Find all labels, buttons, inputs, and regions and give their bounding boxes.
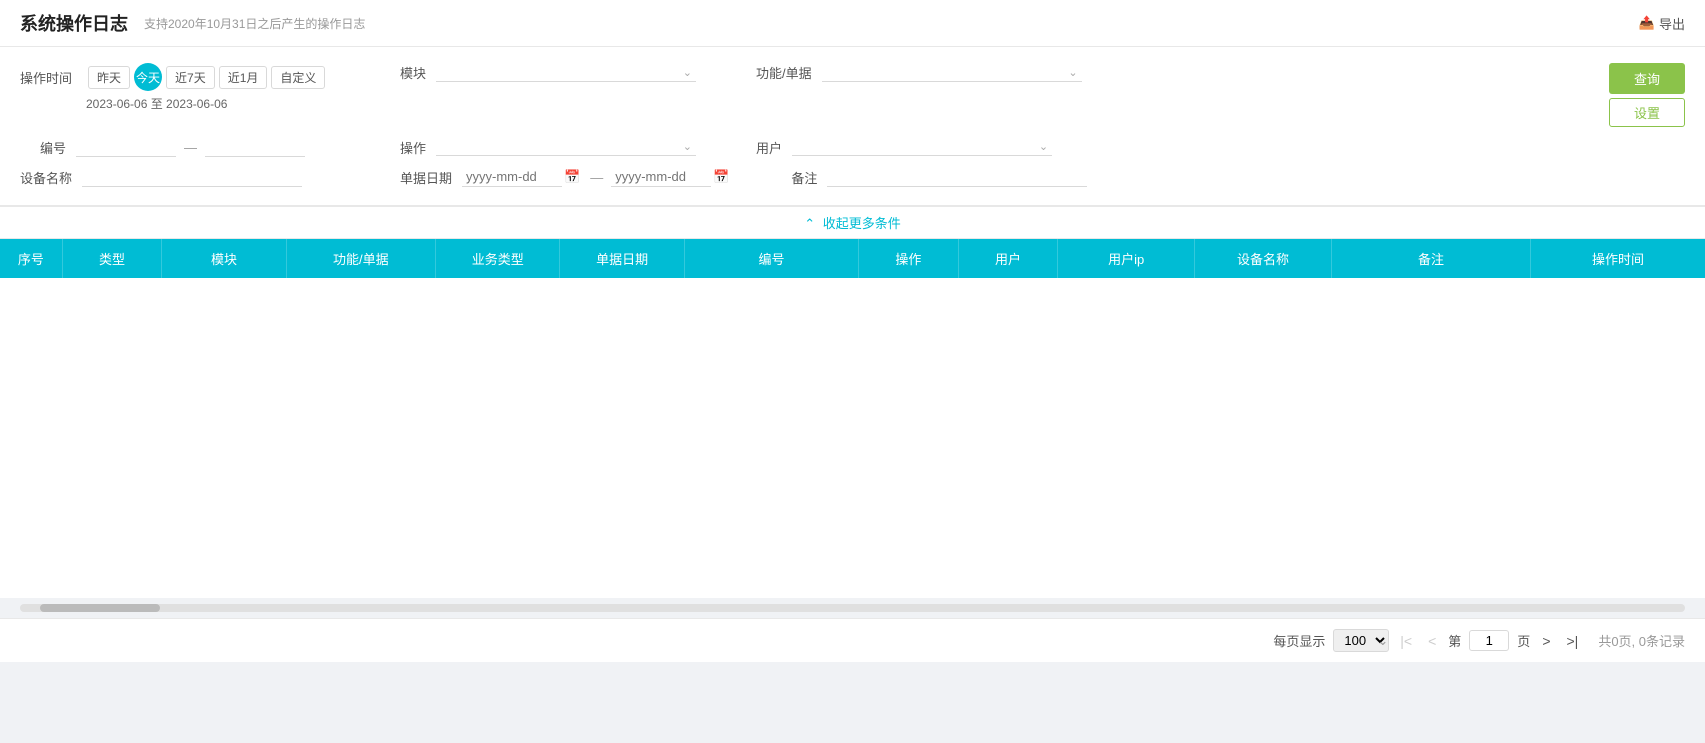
export-icon: 📤 — [1639, 15, 1655, 31]
page-number-input[interactable] — [1469, 630, 1509, 651]
collapse-icon: ⌃ — [804, 216, 815, 231]
function-chevron-icon: ⌄ — [1068, 66, 1077, 79]
col-code: 编号 — [684, 239, 858, 278]
time-btn-yesterday[interactable]: 昨天 — [88, 66, 130, 89]
code-start-input[interactable] — [76, 137, 176, 157]
page-size-label: 每页显示 — [1273, 631, 1325, 650]
collapse-bar[interactable]: ⌃ 收起更多条件 — [0, 206, 1705, 239]
time-btn-1month[interactable]: 近1月 — [219, 66, 268, 89]
total-label: 共0页, 0条记录 — [1598, 631, 1685, 650]
col-biz-type: 业务类型 — [436, 239, 560, 278]
code-label: 编号 — [20, 138, 76, 157]
table-container: 序号 类型 模块 功能/单据 业务类型 单据日期 编号 操作 用户 用户ip 设… — [0, 239, 1705, 598]
export-label: 导出 — [1659, 14, 1685, 33]
time-btn-today[interactable]: 今天 — [134, 63, 162, 91]
query-button[interactable]: 查询 — [1609, 63, 1685, 94]
time-btn-7days[interactable]: 近7天 — [166, 66, 215, 89]
pagination-bar: 每页显示 100 50 200 500 ⌄ |< < 第 页 > >| 共0页,… — [0, 618, 1705, 662]
page-size-select[interactable]: 100 50 200 500 — [1333, 629, 1389, 652]
time-label: 操作时间 — [20, 68, 82, 87]
top-bar: 系统操作日志 支持2020年10月31日之后产生的操作日志 📤 导出 — [0, 0, 1705, 47]
col-user-ip: 用户ip — [1058, 239, 1195, 278]
col-module: 模块 — [162, 239, 286, 278]
code-separator: — — [184, 140, 197, 155]
operation-chevron-icon: ⌄ — [683, 140, 692, 153]
module-select[interactable]: ⌄ — [436, 64, 696, 82]
col-remark: 备注 — [1332, 239, 1531, 278]
code-end-input[interactable] — [205, 137, 305, 157]
page-subtitle: 支持2020年10月31日之后产生的操作日志 — [144, 15, 365, 32]
col-op-time: 操作时间 — [1531, 239, 1705, 278]
scrollbar-area[interactable] — [0, 598, 1705, 618]
operation-label: 操作 — [400, 138, 436, 157]
date-end-input[interactable] — [611, 167, 711, 187]
col-user: 用户 — [958, 239, 1058, 278]
col-function: 功能/单据 — [286, 239, 435, 278]
page-unit: 页 — [1517, 631, 1530, 650]
user-chevron-icon: ⌄ — [1039, 140, 1048, 153]
function-select[interactable]: ⌄ — [822, 64, 1082, 82]
date-start-input[interactable] — [462, 167, 562, 187]
collapse-label: 收起更多条件 — [823, 216, 901, 231]
page-label: 第 — [1448, 631, 1461, 650]
scrollbar-thumb[interactable] — [40, 604, 160, 612]
col-operation: 操作 — [859, 239, 959, 278]
col-seq: 序号 — [0, 239, 62, 278]
date-calendar-end-icon[interactable]: 📅 — [713, 169, 729, 185]
module-label: 模块 — [400, 63, 436, 82]
table-header-row: 序号 类型 模块 功能/单据 业务类型 单据日期 编号 操作 用户 用户ip 设… — [0, 239, 1705, 278]
module-chevron-icon: ⌄ — [683, 66, 692, 79]
date-separator: — — [590, 170, 603, 185]
prev-page-button[interactable]: < — [1424, 631, 1440, 651]
empty-area — [0, 278, 1705, 598]
device-input[interactable] — [82, 167, 302, 187]
last-page-button[interactable]: >| — [1563, 631, 1583, 651]
date-calendar-start-icon[interactable]: 📅 — [564, 169, 580, 185]
col-device: 设备名称 — [1195, 239, 1332, 278]
operation-select[interactable]: ⌄ — [436, 138, 696, 156]
time-buttons: 昨天 今天 近7天 近1月 自定义 — [88, 63, 325, 91]
scrollbar-track[interactable] — [20, 604, 1685, 612]
filter-area: 操作时间 昨天 今天 近7天 近1月 自定义 2023-06-06 至 2023… — [0, 47, 1705, 206]
time-range-text: 2023-06-06 至 2023-06-06 — [86, 95, 227, 112]
first-page-button[interactable]: |< — [1396, 631, 1416, 651]
function-label: 功能/单据 — [756, 63, 822, 82]
export-button[interactable]: 📤 导出 — [1639, 14, 1685, 33]
remark-label: 备注 — [791, 168, 827, 187]
action-buttons: 查询 设置 — [1609, 63, 1685, 127]
date-label: 单据日期 — [400, 168, 462, 187]
data-table: 序号 类型 模块 功能/单据 业务类型 单据日期 编号 操作 用户 用户ip 设… — [0, 239, 1705, 278]
col-doc-date: 单据日期 — [560, 239, 684, 278]
user-label: 用户 — [756, 138, 792, 157]
remark-input[interactable] — [827, 167, 1087, 187]
settings-button[interactable]: 设置 — [1609, 98, 1685, 127]
next-page-button[interactable]: > — [1538, 631, 1554, 651]
page-title: 系统操作日志 — [20, 10, 128, 36]
col-type: 类型 — [62, 239, 162, 278]
user-select[interactable]: ⌄ — [792, 138, 1052, 156]
device-label: 设备名称 — [20, 168, 82, 187]
time-btn-custom[interactable]: 自定义 — [271, 66, 325, 89]
